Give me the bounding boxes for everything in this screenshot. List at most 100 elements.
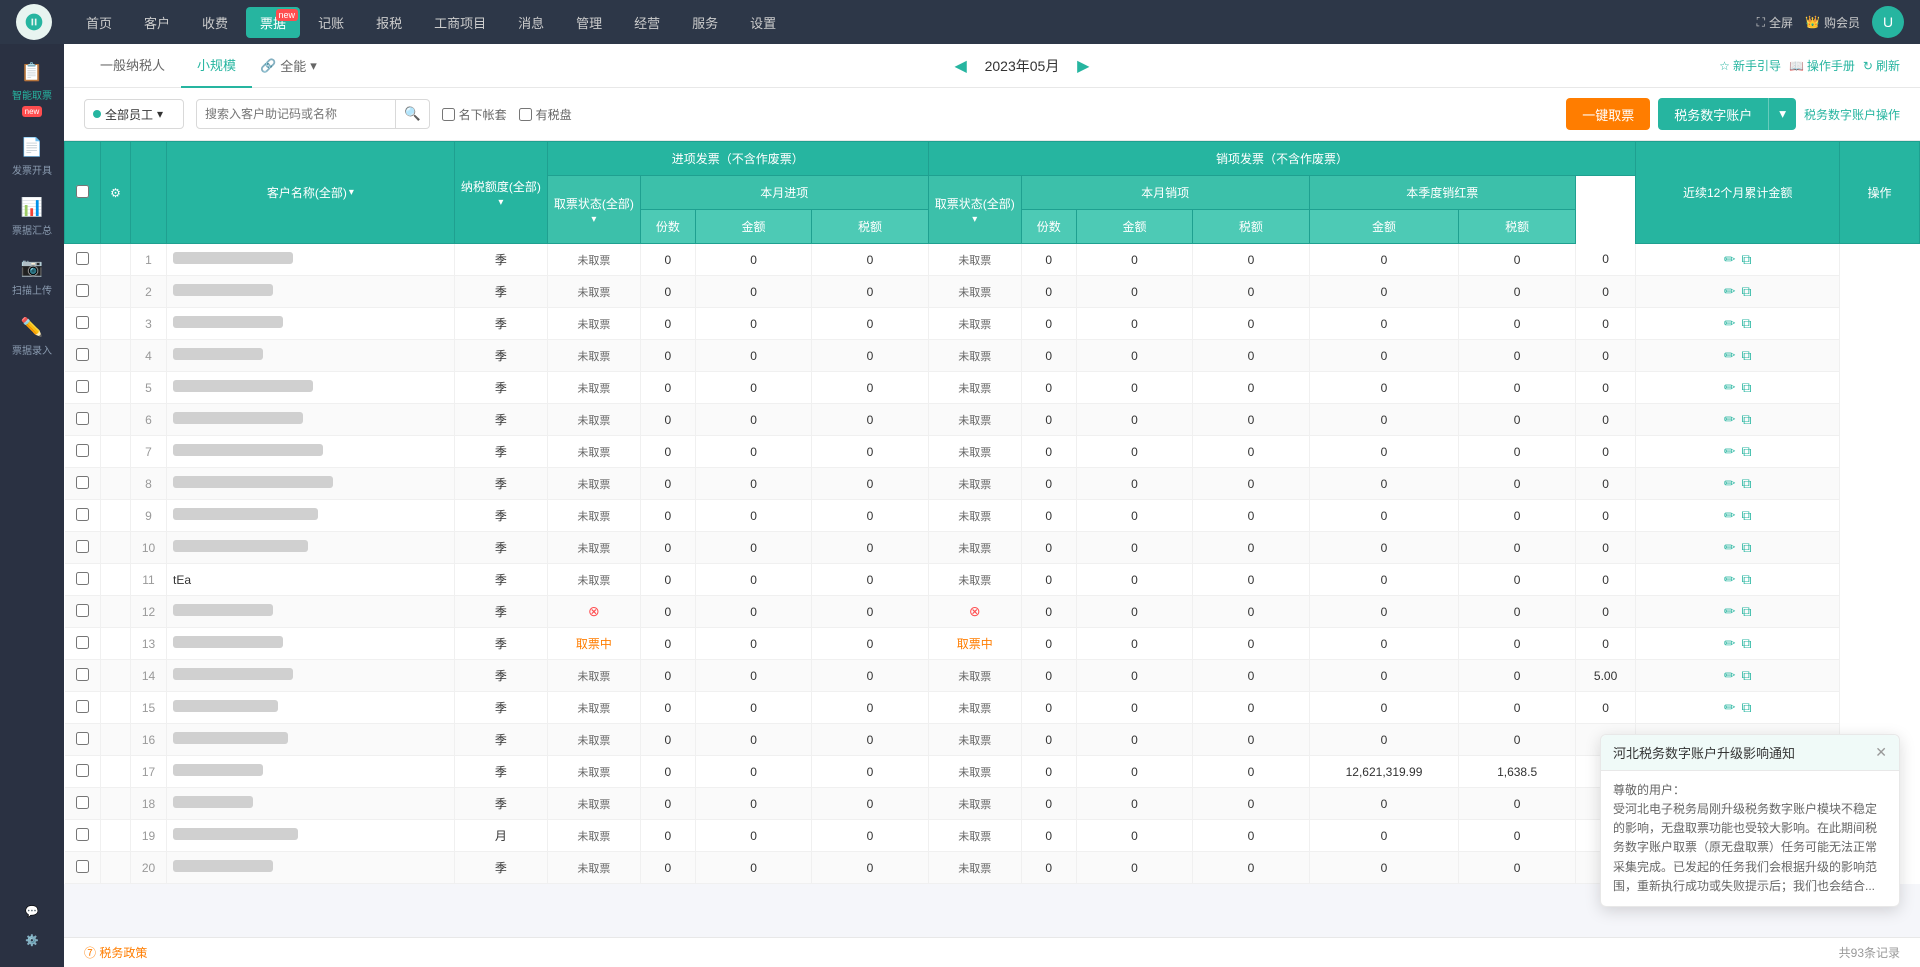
- customer-search-input[interactable]: [196, 99, 396, 129]
- copy-icon[interactable]: ⧉: [1742, 347, 1752, 364]
- row-checkbox[interactable]: [76, 860, 89, 873]
- customer-filter-icon[interactable]: ▾: [349, 187, 354, 198]
- nav-operation[interactable]: 经营: [620, 7, 674, 38]
- row-checkbox[interactable]: [76, 252, 89, 265]
- td-checkbox[interactable]: [65, 244, 101, 276]
- td-checkbox[interactable]: [65, 500, 101, 532]
- edit-icon[interactable]: ✏: [1724, 635, 1736, 652]
- search-button[interactable]: 🔍: [396, 99, 430, 129]
- td-checkbox[interactable]: [65, 692, 101, 724]
- copy-icon[interactable]: ⧉: [1742, 443, 1752, 460]
- nav-customer[interactable]: 客户: [130, 7, 184, 38]
- nav-accounting[interactable]: 记账: [304, 7, 358, 38]
- row-checkbox[interactable]: [76, 796, 89, 809]
- sidebar-item-ticket-entry[interactable]: ✏️ 票据录入: [0, 307, 64, 367]
- sidebar-message[interactable]: 💬: [25, 897, 39, 926]
- edit-icon[interactable]: ✏: [1724, 571, 1736, 588]
- row-checkbox[interactable]: [76, 572, 89, 585]
- td-checkbox[interactable]: [65, 820, 101, 852]
- td-checkbox[interactable]: [65, 436, 101, 468]
- sidebar-item-invoice-open[interactable]: 📄 发票开具: [0, 127, 64, 187]
- edit-icon[interactable]: ✏: [1724, 251, 1736, 268]
- refresh-link[interactable]: ↻ 刷新: [1863, 57, 1900, 74]
- manual-link[interactable]: 📖 操作手册: [1789, 57, 1855, 74]
- copy-icon[interactable]: ⧉: [1742, 699, 1752, 716]
- copy-icon[interactable]: ⧉: [1742, 315, 1752, 332]
- row-checkbox[interactable]: [76, 508, 89, 521]
- sidebar-item-ticket-summary[interactable]: 📊 票据汇总: [0, 187, 64, 247]
- in-status-filter-icon[interactable]: ▾: [591, 214, 596, 225]
- copy-icon[interactable]: ⧉: [1742, 251, 1752, 268]
- td-checkbox[interactable]: [65, 404, 101, 436]
- td-checkbox[interactable]: [65, 756, 101, 788]
- user-avatar[interactable]: U: [1872, 6, 1904, 38]
- td-checkbox[interactable]: [65, 276, 101, 308]
- edit-icon[interactable]: ✏: [1724, 507, 1736, 524]
- copy-icon[interactable]: ⧉: [1742, 411, 1752, 428]
- nav-tax[interactable]: 报税: [362, 7, 416, 38]
- edit-icon[interactable]: ✏: [1724, 347, 1736, 364]
- tab-all[interactable]: 🔗 全能 ▾: [252, 44, 325, 87]
- row-checkbox[interactable]: [76, 828, 89, 841]
- tax-quota-filter-icon[interactable]: ▾: [498, 197, 503, 208]
- nav-management[interactable]: 管理: [562, 7, 616, 38]
- subdirectory-checkbox-label[interactable]: 名下帐套: [442, 106, 507, 123]
- td-checkbox[interactable]: [65, 788, 101, 820]
- row-checkbox[interactable]: [76, 348, 89, 361]
- sidebar-settings[interactable]: ⚙️: [25, 926, 39, 955]
- row-checkbox[interactable]: [76, 700, 89, 713]
- tax-disk-checkbox[interactable]: [519, 108, 532, 121]
- row-checkbox[interactable]: [76, 412, 89, 425]
- subdirectory-checkbox[interactable]: [442, 108, 455, 121]
- edit-icon[interactable]: ✏: [1724, 283, 1736, 300]
- td-checkbox[interactable]: [65, 532, 101, 564]
- row-checkbox[interactable]: [76, 732, 89, 745]
- row-checkbox[interactable]: [76, 284, 89, 297]
- edit-icon[interactable]: ✏: [1724, 379, 1736, 396]
- new-guide-link[interactable]: ☆ 新手引导: [1719, 57, 1781, 74]
- copy-icon[interactable]: ⧉: [1742, 475, 1752, 492]
- copy-icon[interactable]: ⧉: [1742, 283, 1752, 300]
- td-checkbox[interactable]: [65, 596, 101, 628]
- employee-select[interactable]: 全部员工 ▾: [84, 99, 184, 129]
- row-checkbox[interactable]: [76, 444, 89, 457]
- td-checkbox[interactable]: [65, 852, 101, 884]
- notification-close-button[interactable]: ✕: [1875, 744, 1887, 761]
- copy-icon[interactable]: ⧉: [1742, 603, 1752, 620]
- td-checkbox[interactable]: [65, 340, 101, 372]
- config-icon[interactable]: ⚙: [110, 186, 121, 200]
- tax-policy-link[interactable]: ⑦ 税务政策: [84, 944, 147, 961]
- td-checkbox[interactable]: [65, 628, 101, 660]
- nav-business[interactable]: 工商项目: [420, 7, 500, 38]
- td-checkbox[interactable]: [65, 660, 101, 692]
- row-checkbox[interactable]: [76, 604, 89, 617]
- edit-icon[interactable]: ✏: [1724, 667, 1736, 684]
- nav-billing[interactable]: 收费: [188, 7, 242, 38]
- edit-icon[interactable]: ✏: [1724, 411, 1736, 428]
- row-checkbox[interactable]: [76, 476, 89, 489]
- row-checkbox[interactable]: [76, 764, 89, 777]
- tab-general-taxpayer[interactable]: 一般纳税人: [84, 44, 181, 88]
- edit-icon[interactable]: ✏: [1724, 539, 1736, 556]
- tab-small-scale[interactable]: 小规模: [181, 44, 252, 88]
- next-month-button[interactable]: ▶: [1071, 54, 1095, 78]
- td-checkbox[interactable]: [65, 724, 101, 756]
- nav-service[interactable]: 服务: [678, 7, 732, 38]
- td-checkbox[interactable]: [65, 372, 101, 404]
- copy-icon[interactable]: ⧉: [1742, 571, 1752, 588]
- out-status-filter-icon[interactable]: ▾: [972, 214, 977, 225]
- tax-disk-checkbox-label[interactable]: 有税盘: [519, 106, 572, 123]
- td-checkbox[interactable]: [65, 468, 101, 500]
- tax-digital-op-link[interactable]: 税务数字账户操作: [1804, 106, 1900, 123]
- edit-icon[interactable]: ✏: [1724, 475, 1736, 492]
- vip-button[interactable]: 👑 购会员: [1805, 14, 1860, 31]
- copy-icon[interactable]: ⧉: [1742, 667, 1752, 684]
- nav-ticket[interactable]: 票据 new: [246, 7, 300, 38]
- td-checkbox[interactable]: [65, 308, 101, 340]
- sidebar-item-smart-ticket[interactable]: 📋 智能取票 new: [0, 52, 64, 127]
- sidebar-item-scan-upload[interactable]: 📷 扫描上传: [0, 247, 64, 307]
- edit-icon[interactable]: ✏: [1724, 443, 1736, 460]
- td-checkbox[interactable]: [65, 564, 101, 596]
- one-key-ticket-button[interactable]: 一键取票: [1566, 98, 1650, 130]
- row-checkbox[interactable]: [76, 380, 89, 393]
